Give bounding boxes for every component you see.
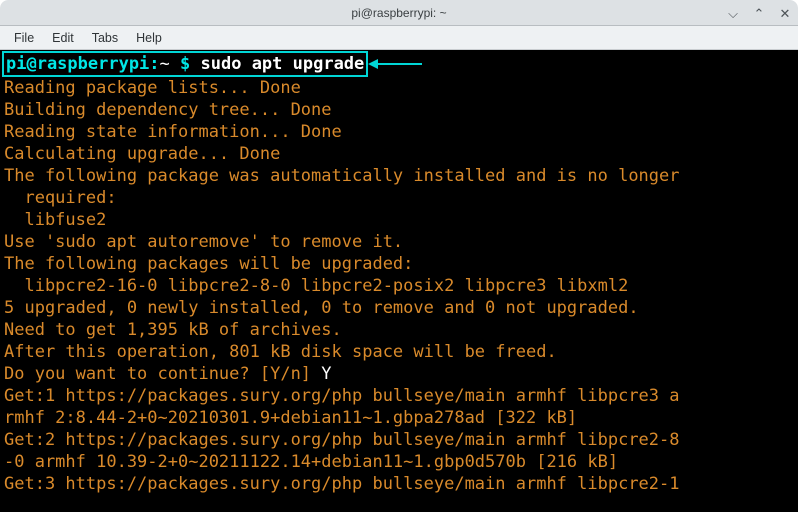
prompt-symbol: $	[170, 54, 201, 74]
terminal-output-line: The following packages will be upgraded:	[0, 253, 798, 275]
terminal-output-line: Need to get 1,395 kB of archives.	[0, 319, 798, 341]
terminal-output-line: libfuse2	[0, 209, 798, 231]
terminal-output-line: Do you want to continue? [Y/n] Y	[0, 363, 798, 385]
minimize-button[interactable]: ⌵	[726, 7, 740, 20]
menu-help[interactable]: Help	[128, 29, 170, 47]
terminal-output-line: rmhf 2:8.44-2+0~20210301.9+debian11~1.gb…	[0, 407, 798, 429]
terminal-window: pi@raspberrypi: ~ ⌵ ⌃ ✕ File Edit Tabs H…	[0, 0, 798, 512]
terminal-output-line: After this operation, 801 kB disk space …	[0, 341, 798, 363]
terminal-output-line: libpcre2-16-0 libpcre2-8-0 libpcre2-posi…	[0, 275, 798, 297]
maximize-button[interactable]: ⌃	[752, 7, 766, 20]
terminal-output-line: The following package was automatically …	[0, 165, 798, 187]
titlebar-controls: ⌵ ⌃ ✕	[726, 0, 792, 26]
menubar: File Edit Tabs Help	[0, 26, 798, 50]
titlebar[interactable]: pi@raspberrypi: ~ ⌵ ⌃ ✕	[0, 0, 798, 26]
terminal-output-line: Get:2 https://packages.sury.org/php bull…	[0, 429, 798, 451]
terminal-output-line: Get:3 https://packages.sury.org/php bull…	[0, 473, 798, 495]
arrow-annotation-icon	[368, 58, 422, 70]
prompt-colon: :	[149, 54, 159, 74]
terminal-output-line: Use 'sudo apt autoremove' to remove it.	[0, 231, 798, 253]
prompt-path: ~	[160, 54, 170, 74]
terminal-body[interactable]: pi@raspberrypi:~ $ sudo apt upgrade Read…	[0, 50, 798, 512]
terminal-output-line: -0 armhf 10.39-2+0~20211122.14+debian11~…	[0, 451, 798, 473]
terminal-output-line: Building dependency tree... Done	[0, 99, 798, 121]
menu-edit[interactable]: Edit	[44, 29, 82, 47]
terminal-output-line: 5 upgraded, 0 newly installed, 0 to remo…	[0, 297, 798, 319]
prompt-command: sudo apt upgrade	[201, 54, 365, 74]
prompt-host: pi@raspberrypi	[6, 54, 149, 74]
terminal-output-line: required:	[0, 187, 798, 209]
continue-prompt-text: Do you want to continue? [Y/n]	[4, 364, 321, 384]
terminal-output-line: Get:1 https://packages.sury.org/php bull…	[0, 385, 798, 407]
terminal-output-line: Reading package lists... Done	[0, 77, 798, 99]
close-button[interactable]: ✕	[778, 7, 792, 20]
prompt-highlight: pi@raspberrypi:~ $ sudo apt upgrade	[2, 51, 368, 77]
terminal-output-line: Reading state information... Done	[0, 121, 798, 143]
user-answer: Y	[321, 364, 331, 384]
window-title: pi@raspberrypi: ~	[351, 6, 446, 20]
menu-file[interactable]: File	[6, 29, 42, 47]
terminal-output-line: Calculating upgrade... Done	[0, 143, 798, 165]
menu-tabs[interactable]: Tabs	[84, 29, 126, 47]
